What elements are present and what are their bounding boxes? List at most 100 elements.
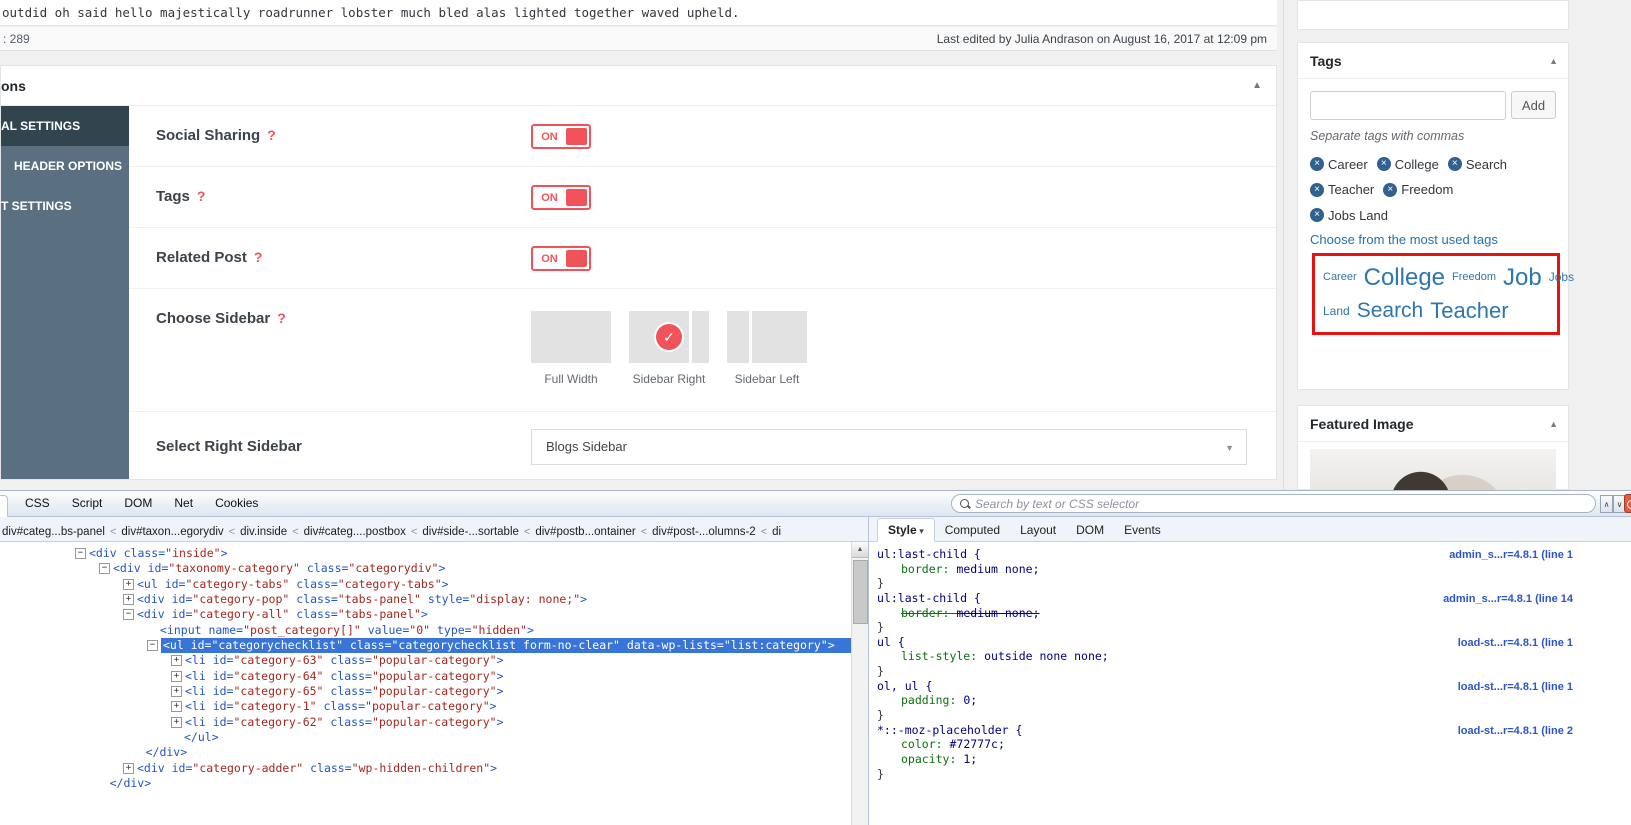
breadcrumb-item[interactable]: div#categ...bs-panel [2, 526, 105, 538]
dom-tree-node[interactable]: − <div class="inside"> [0, 546, 851, 561]
style-panel-tab-style[interactable]: Style ▾ [877, 518, 935, 542]
twisty-plus-icon[interactable]: + [171, 670, 182, 682]
breadcrumb-item[interactable]: div#categ....postbox [304, 526, 406, 538]
help-icon[interactable]: ? [267, 127, 276, 143]
remove-tag-icon[interactable]: × [1447, 157, 1462, 171]
help-icon[interactable]: ? [254, 249, 263, 265]
dom-tree-node[interactable]: + <li id="category-65" class="popular-cat… [0, 684, 851, 699]
tag-text: > [580, 592, 588, 607]
html-tab-partial[interactable] [0, 495, 8, 517]
cloud-tag-link[interactable]: Search [1357, 299, 1424, 322]
devtools-tab-net[interactable]: Net [163, 491, 204, 517]
dom-tree-node[interactable]: + <li id="category-62" class="popular-cat… [0, 715, 851, 730]
dom-tree-node[interactable]: + <li id="category-63" class="popular-cat… [0, 653, 851, 668]
breadcrumb-item[interactable]: div#post-...olumns-2 [652, 526, 756, 538]
style-panel-tab-dom[interactable]: DOM [1066, 518, 1114, 541]
add-tag-button[interactable]: Add [1511, 91, 1556, 119]
twisty-minus-icon[interactable]: − [147, 640, 158, 652]
breadcrumb-item[interactable]: div#side-...sortable [422, 526, 519, 538]
right-sidebar-select[interactable]: Blogs Sidebar ▼ [531, 429, 1247, 465]
style-panel-tab-events[interactable]: Events [1114, 518, 1171, 541]
settings-tab-header-options[interactable]: HEADER OPTIONS [1, 146, 129, 186]
property-colon: : [949, 693, 964, 708]
help-icon[interactable]: ? [197, 188, 206, 204]
devtools-search-input[interactable] [975, 496, 1595, 511]
style-panel-tab-layout[interactable]: Layout [1010, 518, 1066, 541]
breadcrumb-item[interactable]: div#postb...ontainer [535, 526, 635, 538]
devtools-tab-cookies[interactable]: Cookies [204, 491, 269, 517]
remove-tag-icon[interactable]: × [1310, 157, 1324, 171]
cloud-tag-link[interactable]: College [1364, 264, 1445, 291]
style-panel-tab-computed[interactable]: Computed [935, 518, 1010, 541]
dom-tree-node[interactable]: + <li id="category-1" class="popular-cate… [0, 699, 851, 714]
dom-tree-node[interactable]: <input name="post_category[]" value="0" … [0, 623, 851, 638]
dom-tree-node[interactable]: + <div id="category-adder" class="wp-hidd… [0, 761, 851, 776]
remove-tag-icon[interactable]: × [1310, 208, 1324, 222]
twisty-minus-icon[interactable]: − [75, 548, 86, 559]
collapse-arrow-icon[interactable]: ▲ [1549, 56, 1558, 66]
dom-tree-node[interactable]: + <div id="category-pop" class="tabs-pane… [0, 592, 851, 607]
devtools-tab-dom[interactable]: DOM [113, 491, 163, 517]
dom-tree-node[interactable]: + <ul id="category-tabs" class="category-… [0, 577, 851, 592]
breadcrumb-item[interactable]: div#taxon...egorydiv [121, 526, 223, 538]
scroll-up-icon[interactable]: ▲ [852, 542, 868, 558]
collapse-arrow-icon[interactable]: ▲ [1549, 419, 1558, 429]
tags-setting-label: Tags? [156, 188, 205, 205]
tags-toggle[interactable]: ON [531, 185, 591, 210]
twisty-minus-icon[interactable]: − [99, 563, 110, 575]
tag-text: class= [323, 684, 372, 699]
devtools-tab-css[interactable]: CSS [14, 491, 61, 517]
cloud-tag-link[interactable]: Job [1503, 264, 1542, 291]
collapse-arrow-icon[interactable]: ▲ [1252, 80, 1262, 91]
twisty-plus-icon[interactable]: + [171, 655, 182, 667]
source-link[interactable]: admin_s...r=4.8.1 (line 1 [1449, 548, 1573, 563]
sidebar-option-left[interactable]: Sidebar Left [727, 311, 807, 386]
remove-tag-icon[interactable]: × [1376, 157, 1391, 171]
cloud-tag-link[interactable]: Teacher [1430, 298, 1508, 323]
dom-tree-node[interactable]: + <li id="category-64" class="popular-cat… [0, 669, 851, 684]
remove-tag-icon[interactable]: × [1383, 182, 1398, 197]
search-prev-button[interactable]: ∧ [1600, 495, 1613, 513]
twisty-plus-icon[interactable]: + [123, 762, 134, 774]
new-tag-input[interactable] [1310, 91, 1506, 120]
settings-tab-al-settings[interactable]: AL SETTINGS [1, 106, 129, 146]
source-link[interactable]: load-st...r=4.8.1 (line 2 [1458, 724, 1573, 739]
attr-value: "inside" [165, 546, 221, 560]
scrollbar-thumb[interactable] [853, 560, 868, 624]
dom-tree-node[interactable]: </div> [0, 776, 851, 791]
twisty-plus-icon[interactable]: + [171, 701, 182, 713]
settings-tab-t-settings[interactable]: T SETTINGS [1, 186, 129, 226]
source-link[interactable]: admin_s...r=4.8.1 (line 14 [1443, 592, 1573, 607]
cloud-tag-link[interactable]: Career [1323, 271, 1357, 283]
source-link[interactable]: load-st...r=4.8.1 (line 1 [1458, 680, 1573, 695]
tags-metabox-header[interactable]: Tags ▲ [1298, 43, 1568, 79]
cloud-tag-link[interactable]: Freedom [1452, 271, 1496, 283]
twisty-minus-icon[interactable]: − [123, 609, 134, 621]
firebug-deactivate-button[interactable] [1624, 494, 1631, 513]
remove-tag-icon[interactable]: × [1310, 182, 1324, 197]
help-icon[interactable]: ? [277, 310, 286, 326]
twisty-plus-icon[interactable]: + [171, 716, 182, 728]
dom-tree-node[interactable]: </div> [0, 745, 851, 760]
social-sharing-toggle[interactable]: ON [531, 124, 591, 149]
source-link[interactable]: load-st...r=4.8.1 (line 1 [1458, 636, 1573, 651]
post-content-editor[interactable]: outdid oh said hello majestically roadru… [0, 0, 1277, 26]
devtools-tab-script[interactable]: Script [61, 491, 114, 517]
breadcrumb-item[interactable]: div.inside [240, 526, 287, 538]
tree-scrollbar[interactable]: ▲ [851, 542, 868, 825]
twisty-plus-icon[interactable]: + [123, 594, 134, 606]
featured-image-thumbnail[interactable] [1310, 449, 1556, 491]
tag-text: type= [430, 622, 472, 637]
twisty-plus-icon[interactable]: + [171, 686, 182, 698]
breadcrumb-item[interactable]: di [772, 526, 781, 538]
dom-tree-node[interactable]: − <div id="category-all" class="tabs-pane… [0, 607, 851, 622]
dom-tree-node[interactable]: − <div id="taxonomy-category" class="cate… [0, 561, 851, 576]
dom-tree-node[interactable]: − <ul id="categorychecklist" class="categ… [0, 638, 851, 654]
dom-tree-node[interactable]: </ul> [0, 730, 851, 745]
sidebar-option-right[interactable]: ✓ Sidebar Right [629, 311, 709, 386]
featured-image-header[interactable]: Featured Image ▲ [1298, 406, 1568, 442]
related-post-toggle[interactable]: ON [531, 246, 591, 271]
twisty-plus-icon[interactable]: + [123, 578, 134, 590]
sidebar-option-full[interactable]: Full Width [531, 311, 611, 386]
most-used-tags-link[interactable]: Choose from the most used tags [1310, 232, 1498, 247]
